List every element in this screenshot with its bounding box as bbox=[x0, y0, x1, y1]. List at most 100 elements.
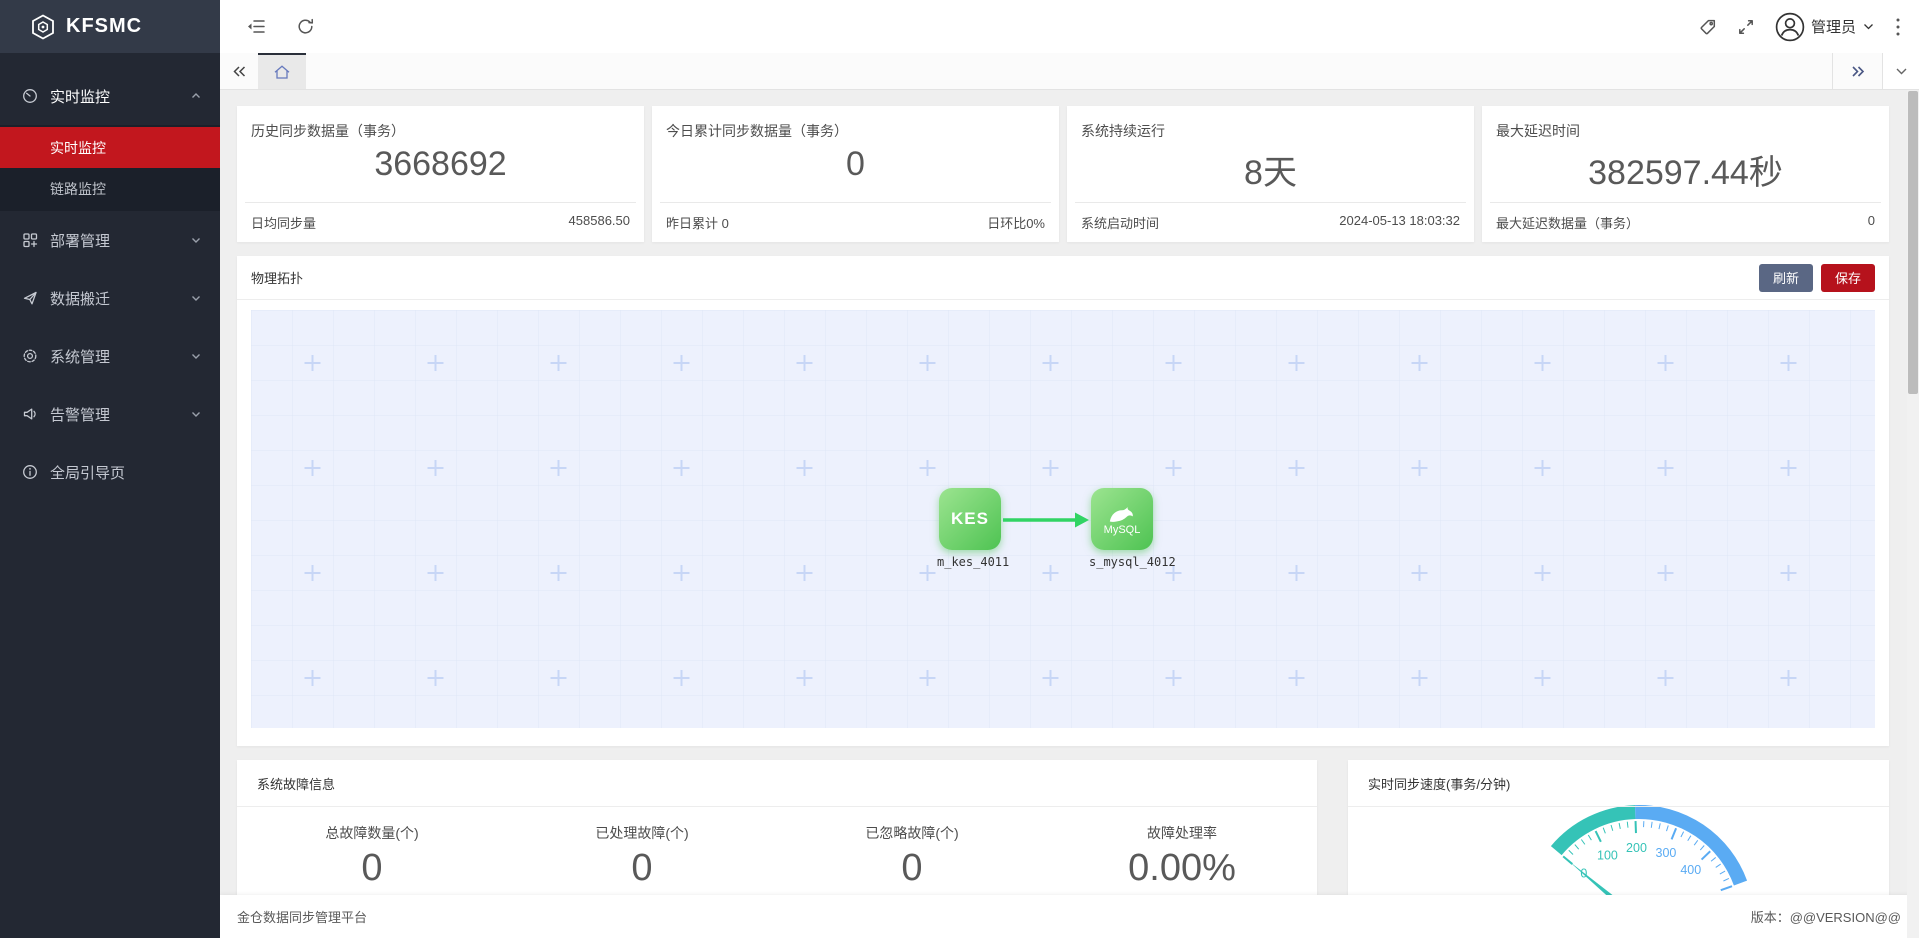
card-title: 最大延迟时间 bbox=[1496, 123, 1580, 139]
sidebar-item-data-migration[interactable]: 数据搬迁 bbox=[0, 269, 220, 327]
chevron-down-icon bbox=[190, 408, 202, 420]
card-value: 8天 bbox=[1244, 154, 1297, 192]
card-footer-value: 2024-05-13 18:03:32 bbox=[1339, 213, 1460, 228]
stat-value: 0.00% bbox=[1128, 847, 1236, 889]
chevron-down-icon bbox=[1862, 20, 1875, 33]
svg-text:200: 200 bbox=[1626, 841, 1647, 855]
footer-platform-name: 金仓数据同步管理平台 bbox=[237, 910, 368, 925]
card-title: 系统持续运行 bbox=[1081, 123, 1165, 139]
svg-text:400: 400 bbox=[1680, 863, 1701, 877]
tag-icon[interactable] bbox=[1699, 18, 1717, 36]
tabstrip-spacer bbox=[306, 53, 1832, 89]
tabs-dropdown-button[interactable] bbox=[1882, 53, 1919, 89]
home-icon bbox=[272, 63, 292, 81]
svg-text:100: 100 bbox=[1597, 848, 1618, 862]
migrate-icon bbox=[22, 290, 40, 306]
sidebar: KFSMC 实时监控 实时监控 链路监控 部署管理 数据搬迁 系统管理 告警管理… bbox=[0, 0, 220, 938]
tab-home[interactable] bbox=[258, 53, 306, 89]
fault-panel-title: 系统故障信息 bbox=[257, 776, 336, 792]
user-menu[interactable]: 管理员 bbox=[1775, 12, 1875, 42]
card-title: 今日累计同步数据量（事务） bbox=[666, 123, 848, 139]
card-footer-value: 458586.50 bbox=[568, 213, 630, 228]
app-title: KFSMC bbox=[66, 15, 143, 37]
card-uptime: 系统持续运行 8天 系统启动时间 2024-05-13 18:03:32 bbox=[1067, 106, 1474, 242]
logo-hexagon-icon bbox=[30, 13, 56, 40]
alert-icon bbox=[22, 406, 40, 422]
kebab-menu-icon[interactable] bbox=[1895, 17, 1901, 37]
gear-icon bbox=[22, 348, 40, 364]
topology-node-kes[interactable]: KES m_kes_4011 bbox=[937, 488, 1010, 569]
sidebar-menu: 实时监控 实时监控 链路监控 部署管理 数据搬迁 系统管理 告警管理 全局引导页 bbox=[0, 53, 220, 501]
tabs-scroll-right-button[interactable] bbox=[1832, 53, 1882, 89]
user-name: 管理员 bbox=[1810, 19, 1856, 36]
dolphin-icon bbox=[1109, 506, 1133, 522]
fullscreen-icon[interactable] bbox=[1737, 18, 1755, 36]
tabs-scroll-left-button[interactable] bbox=[220, 53, 258, 89]
fault-stat-rate: 故障处理率 0.00% bbox=[1047, 823, 1317, 890]
info-icon bbox=[22, 464, 40, 480]
stat-label: 已处理故障(个) bbox=[595, 825, 689, 841]
refresh-icon[interactable] bbox=[296, 17, 315, 36]
card-title: 历史同步数据量（事务） bbox=[251, 123, 405, 139]
refresh-button[interactable]: 刷新 bbox=[1758, 263, 1813, 292]
submenu-item-label: 实时监控 bbox=[50, 139, 106, 156]
sidebar-item-deploy-management[interactable]: 部署管理 bbox=[0, 211, 220, 269]
sidebar-item-global-guide[interactable]: 全局引导页 bbox=[0, 443, 220, 501]
card-value: 382597.44秒 bbox=[1588, 154, 1783, 192]
card-footer-label: 系统启动时间 bbox=[1081, 216, 1160, 231]
avatar bbox=[1775, 12, 1805, 42]
card-footer-label: 日均同步量 bbox=[251, 216, 317, 231]
fault-stat-handled: 已处理故障(个) 0 bbox=[507, 823, 777, 890]
deploy-icon bbox=[22, 232, 40, 248]
chevron-up-icon bbox=[190, 90, 202, 102]
divider bbox=[1075, 202, 1466, 203]
stat-value: 0 bbox=[901, 847, 923, 889]
stat-value: 0 bbox=[631, 847, 653, 889]
node-name-label: s_mysql_4012 bbox=[1089, 555, 1176, 569]
sidebar-item-system-management[interactable]: 系统管理 bbox=[0, 327, 220, 385]
card-footer-value: 日环比0% bbox=[987, 216, 1045, 231]
card-today-sync: 今日累计同步数据量（事务） 0 昨日累计 0 日环比0% bbox=[652, 106, 1059, 242]
card-value: 0 bbox=[846, 145, 865, 183]
submenu-item-realtime-monitor[interactable]: 实时监控 bbox=[0, 127, 220, 168]
divider bbox=[660, 202, 1051, 203]
topology-panel: 物理拓扑 刷新 保存 KES m_kes_4011 MySQL s_mysql_… bbox=[237, 256, 1889, 746]
topology-canvas[interactable]: KES m_kes_4011 MySQL s_mysql_4012 bbox=[251, 310, 1875, 728]
page-footer: 金仓数据同步管理平台 版本：@@VERSION@@ bbox=[220, 895, 1919, 938]
svg-text:300: 300 bbox=[1656, 846, 1677, 860]
node-type-label: MySQL bbox=[1103, 523, 1141, 536]
card-footer-value: 0 bbox=[1867, 213, 1875, 228]
node-name-label: m_kes_4011 bbox=[937, 555, 1010, 569]
sidebar-item-label: 数据搬迁 bbox=[50, 290, 111, 308]
sidebar-item-label: 系统管理 bbox=[50, 348, 111, 366]
svg-text:0: 0 bbox=[1580, 867, 1587, 881]
topology-node-mysql[interactable]: MySQL s_mysql_4012 bbox=[1089, 488, 1176, 569]
footer-version: 版本：@@VERSION@@ bbox=[1750, 910, 1901, 925]
vertical-scrollbar bbox=[1907, 90, 1919, 938]
scrollbar-thumb[interactable] bbox=[1908, 91, 1918, 394]
menu-fold-icon[interactable] bbox=[246, 18, 266, 35]
fault-stat-total: 总故障数量(个) 0 bbox=[237, 823, 507, 890]
stat-value: 0 bbox=[361, 847, 383, 889]
chevron-down-icon bbox=[190, 292, 202, 304]
tab-strip bbox=[220, 53, 1919, 90]
save-button[interactable]: 保存 bbox=[1820, 263, 1875, 292]
sidebar-item-label: 实时监控 bbox=[50, 88, 111, 106]
gauge-panel-title: 实时同步速度(事务/分钟) bbox=[1368, 776, 1511, 792]
submenu-realtime: 实时监控 链路监控 bbox=[0, 125, 220, 211]
card-footer-label: 最大延迟数据量（事务） bbox=[1496, 216, 1640, 231]
app-logo: KFSMC bbox=[0, 0, 220, 53]
sidebar-item-alert-management[interactable]: 告警管理 bbox=[0, 385, 220, 443]
stat-label: 总故障数量(个) bbox=[325, 825, 419, 841]
stat-label: 故障处理率 bbox=[1147, 825, 1217, 841]
card-max-delay: 最大延迟时间 382597.44秒 最大延迟数据量（事务） 0 bbox=[1482, 106, 1889, 242]
card-value: 3668692 bbox=[374, 145, 507, 183]
node-type-label: KES bbox=[951, 509, 989, 528]
card-footer-label: 昨日累计 0 bbox=[666, 216, 729, 231]
divider bbox=[1490, 202, 1881, 203]
stat-cards-row: 历史同步数据量（事务） 3668692 日均同步量 458586.50 今日累计… bbox=[237, 106, 1889, 242]
stat-label: 已忽略故障(个) bbox=[865, 825, 959, 841]
chevron-down-icon bbox=[190, 234, 202, 246]
sidebar-item-realtime-monitor[interactable]: 实时监控 bbox=[0, 67, 220, 125]
submenu-item-link-monitor[interactable]: 链路监控 bbox=[0, 168, 220, 209]
